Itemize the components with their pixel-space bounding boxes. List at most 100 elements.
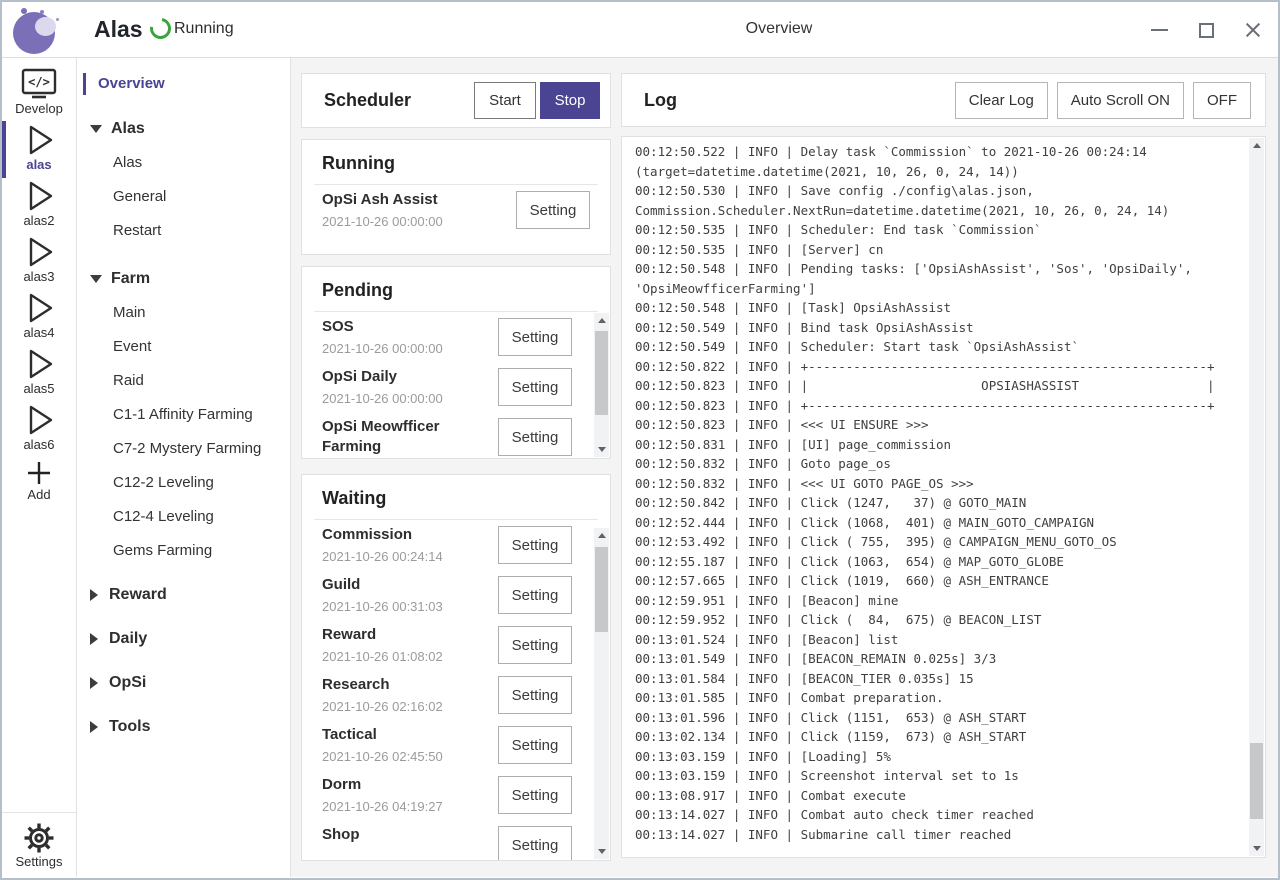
nav-subitem-general[interactable]: General (77, 180, 290, 214)
task-info: SOS 2021-10-26 00:00:00 (322, 317, 498, 367)
task-row: SOS 2021-10-26 00:00:00 Setting (322, 317, 572, 367)
setting-button[interactable]: Setting (498, 318, 572, 356)
setting-button[interactable]: Setting (498, 576, 572, 614)
nav-subitem-raid[interactable]: Raid (77, 364, 290, 398)
nav-subitem-restart[interactable]: Restart (77, 214, 290, 248)
task-next-run-time: 2021-10-26 00:00:00 (322, 214, 516, 229)
task-info: Tactical 2021-10-26 02:45:50 (322, 725, 498, 775)
nav-section-label: OpSi (109, 674, 146, 692)
rail-item-develop[interactable]: </> Develop (2, 68, 77, 116)
nav-section-reward[interactable]: Reward (77, 578, 290, 612)
window-controls (1150, 2, 1262, 58)
task-next-run-time: 2021-10-26 01:08:02 (322, 649, 498, 664)
start-button[interactable]: Start (474, 82, 536, 119)
task-name: Shop (322, 825, 498, 845)
scroll-up-icon[interactable] (594, 313, 609, 328)
task-name: OpSi Ash Assist (322, 190, 516, 210)
nav-subitem-c7-2-mystery-farming[interactable]: C7-2 Mystery Farming (77, 432, 290, 466)
task-row: Research 2021-10-26 02:16:02 Setting (322, 675, 572, 725)
nav-subitem-c1-1-affinity-farming[interactable]: C1-1 Affinity Farming (77, 398, 290, 432)
task-name: Tactical (322, 725, 498, 745)
rail-item-label: alas6 (2, 437, 77, 452)
nav-section-daily[interactable]: Daily (77, 622, 290, 656)
nav-section-alas[interactable]: Alas (77, 112, 290, 146)
pending-task-list[interactable]: SOS 2021-10-26 00:00:00 Setting OpSi Dai… (302, 312, 610, 458)
develop-monitor-icon: </> (19, 68, 59, 101)
pending-scrollbar[interactable] (594, 313, 609, 457)
rail-item-label: alas5 (2, 381, 77, 396)
minimize-icon (1151, 29, 1168, 31)
setting-button[interactable]: Setting (498, 626, 572, 664)
task-info: Reward 2021-10-26 01:08:02 (322, 625, 498, 675)
scroll-up-icon[interactable] (1249, 138, 1264, 153)
task-name: OpSi Meowfficer Farming (322, 417, 498, 457)
rail-item-label: alas (2, 157, 77, 172)
nav-subitem-alas[interactable]: Alas (77, 146, 290, 180)
nav-section-tools[interactable]: Tools (77, 710, 290, 744)
task-next-run-time: 2021-10-26 00:24:14 (322, 549, 498, 564)
setting-button[interactable]: Setting (498, 726, 572, 764)
autoscroll-off-button[interactable]: OFF (1193, 82, 1251, 119)
scheduler-status: Running (150, 18, 234, 39)
waiting-task-list[interactable]: Commission 2021-10-26 00:24:14 Setting G… (302, 520, 610, 860)
rail-item-label: Develop (2, 101, 77, 116)
setting-button[interactable]: Setting (498, 368, 572, 406)
scroll-up-icon[interactable] (594, 528, 609, 543)
group-title: Pending (302, 267, 610, 311)
nav-subitem-main[interactable]: Main (77, 296, 290, 330)
setting-button[interactable]: Setting (498, 526, 572, 564)
nav-section-label: Daily (109, 630, 147, 648)
scroll-down-icon[interactable] (594, 442, 609, 457)
task-name: Guild (322, 575, 498, 595)
task-row: Shop Setting (322, 825, 572, 860)
nav-menu: Overview Alas Alas General Restart Farm … (77, 58, 291, 877)
log-scrollbar[interactable] (1249, 138, 1264, 856)
main-content: Scheduler Start Stop Running OpSi Ash As… (291, 58, 1278, 877)
rail-item-alas[interactable]: alas (2, 123, 77, 172)
close-button[interactable] (1244, 21, 1262, 39)
rail-item-alas2[interactable]: alas2 (2, 179, 77, 228)
rail-item-alas5[interactable]: alas5 (2, 347, 77, 396)
scrollbar-thumb[interactable] (1250, 743, 1263, 819)
rail-item-alas3[interactable]: alas3 (2, 235, 77, 284)
task-row: OpSi Ash Assist 2021-10-26 00:00:00 Sett… (322, 190, 590, 240)
rail-item-alas4[interactable]: alas4 (2, 291, 77, 340)
scrollbar-thumb[interactable] (595, 331, 608, 415)
stop-button[interactable]: Stop (540, 82, 600, 119)
setting-button[interactable]: Setting (498, 418, 572, 456)
nav-subitem-c12-2-leveling[interactable]: C12-2 Leveling (77, 466, 290, 500)
close-icon (1245, 22, 1261, 38)
nav-item-overview[interactable]: Overview (77, 70, 290, 98)
scroll-down-icon[interactable] (594, 844, 609, 859)
scheduler-column: Scheduler Start Stop Running OpSi Ash As… (301, 73, 611, 877)
triangle-right-icon (90, 721, 98, 733)
maximize-button[interactable] (1197, 21, 1215, 39)
task-info: OpSi Meowfficer Farming (322, 417, 498, 458)
rail-item-add[interactable]: Add (2, 459, 77, 502)
nav-section-farm[interactable]: Farm (77, 262, 290, 296)
scrollbar-thumb[interactable] (595, 547, 608, 632)
setting-button[interactable]: Setting (498, 676, 572, 714)
setting-button[interactable]: Setting (498, 826, 572, 860)
titlebar: Alas Running Overview (2, 2, 1278, 58)
rail-item-settings[interactable]: Settings (2, 812, 77, 877)
rail-item-label: alas3 (2, 269, 77, 284)
log-output-panel[interactable]: 00:12:50.522 | INFO | Delay task `Commis… (621, 136, 1266, 858)
nav-subitem-event[interactable]: Event (77, 330, 290, 364)
triangle-right-icon (90, 677, 98, 689)
minimize-button[interactable] (1150, 21, 1168, 39)
nav-section-opsi[interactable]: OpSi (77, 666, 290, 700)
triangle-right-icon (90, 633, 98, 645)
svg-text:</>: </> (28, 75, 50, 89)
autoscroll-on-button[interactable]: Auto Scroll ON (1057, 82, 1184, 119)
setting-button[interactable]: Setting (516, 191, 590, 229)
nav-subitem-gems-farming[interactable]: Gems Farming (77, 534, 290, 568)
nav-section-label: Tools (109, 718, 150, 736)
nav-subitem-c12-4-leveling[interactable]: C12-4 Leveling (77, 500, 290, 534)
scroll-down-icon[interactable] (1249, 841, 1264, 856)
waiting-scrollbar[interactable] (594, 528, 609, 859)
rail-item-alas6[interactable]: alas6 (2, 403, 77, 452)
plus-icon (25, 459, 53, 487)
setting-button[interactable]: Setting (498, 776, 572, 814)
clear-log-button[interactable]: Clear Log (955, 82, 1048, 119)
